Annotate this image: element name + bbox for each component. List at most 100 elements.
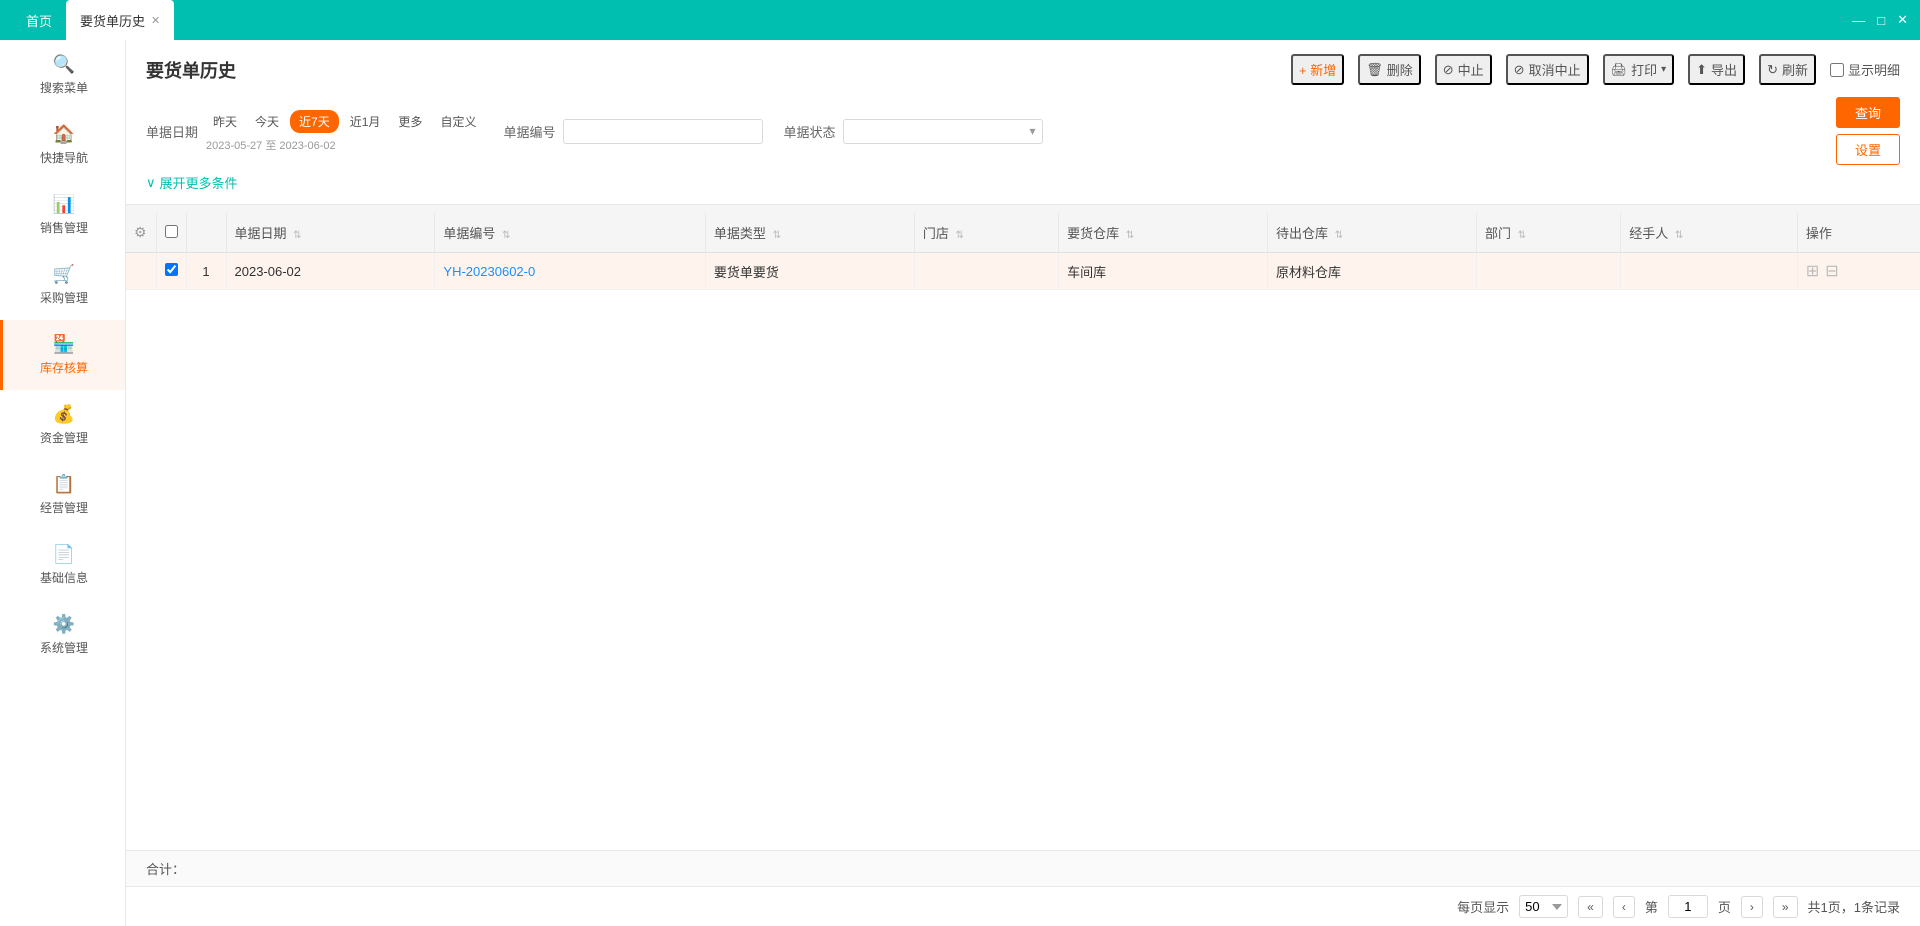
date-btn-more[interactable]: 更多 [391,110,429,133]
select-all-checkbox[interactable] [165,225,178,238]
col-doc-no-sort-icon[interactable]: ⇅ [502,230,510,241]
date-btn-yesterday[interactable]: 昨天 [206,110,244,133]
row-1-delete-icon[interactable]: ⊟ [1825,261,1838,281]
display-detail-label: 显示明细 [1848,60,1900,79]
filter-settings-button[interactable]: 设置 [1836,134,1900,165]
date-btn-7days[interactable]: 近7天 [290,110,339,133]
window-maximize-btn[interactable]: □ [1877,13,1885,28]
page-header: 要货单历史 + 新增 🗑 删除 ⊘ 中止 ⊘ 取消中止 [126,40,1920,205]
sidebar-item-sales[interactable]: 📊 销售管理 [0,180,125,250]
date-filter-label: 单据日期 [146,122,198,141]
current-page-prefix: 第 [1645,897,1658,916]
col-department-sort-icon[interactable]: ⇅ [1518,230,1526,241]
sidebar-item-base-info[interactable]: 📄 基础信息 [0,530,125,600]
doc-number-filter-group: 单据编号 [503,119,763,144]
sidebar-item-operations-label: 经营管理 [40,499,88,516]
finance-icon: 💰 [53,404,75,425]
display-detail-input[interactable] [1830,63,1844,77]
new-button[interactable]: + 新增 [1291,54,1344,85]
window-close-btn[interactable]: ✕ [1897,12,1908,28]
doc-status-select[interactable] [843,119,1043,144]
data-table: ⚙ 单据日期 ⇅ 单据编号 ⇅ [126,213,1920,290]
row-1-edit-icon[interactable]: ⊞ [1806,261,1819,281]
table-container: ⚙ 单据日期 ⇅ 单据编号 ⇅ [126,213,1920,850]
refresh-button[interactable]: ↻ 刷新 [1759,54,1816,85]
sidebar: 🔍 搜索菜单 🏠 快捷导航 📊 销售管理 🛒 采购管理 🏪 库存核算 💰 资金管… [0,40,126,926]
col-req-warehouse-sort-icon[interactable]: ⇅ [1126,230,1134,241]
total-info: 共1页，1条记录 [1808,897,1900,916]
row-1-pending-warehouse: 原材料仓库 [1268,253,1477,290]
filter-row: 单据日期 昨天 今天 近7天 近1月 更多 自定义 2023-05-27 至 2… [146,97,1900,165]
export-button[interactable]: ⬆ 导出 [1688,54,1745,85]
sidebar-item-finance[interactable]: 💰 资金管理 [0,390,125,460]
col-date-sort-icon[interactable]: ⇅ [293,230,301,241]
col-handler-label: 经手人 [1629,226,1668,241]
operations-icon: 📋 [53,474,75,495]
print-button[interactable]: 🖨 打印 ▾ [1603,54,1675,85]
summary-label: 合计： [146,859,185,878]
col-store: 门店 ⇅ [914,213,1058,253]
page-number-input[interactable]: 1 [1668,895,1708,918]
print-label: 打印 [1631,60,1657,79]
doc-number-input[interactable] [563,119,763,144]
table-settings-icon[interactable]: ⚙ [134,224,147,240]
sidebar-item-operations[interactable]: 📋 经营管理 [0,460,125,530]
prev-page-btn[interactable]: ‹ [1613,896,1635,918]
cancel-stop-button[interactable]: ⊘ 取消中止 [1506,54,1589,85]
sidebar-item-system-label: 系统管理 [40,639,88,656]
col-date-label: 单据日期 [235,226,287,241]
doc-number-label: 单据编号 [503,122,555,141]
col-req-warehouse-label: 要货仓库 [1067,226,1119,241]
stop-label: 中止 [1458,60,1484,79]
row-1-date: 2023-06-02 [226,253,435,290]
row-1-doc-no-link[interactable]: YH-20230602-0 [443,264,535,279]
col-doc-type: 单据类型 ⇅ [705,213,914,253]
col-req-warehouse: 要货仓库 ⇅ [1059,213,1268,253]
tab-history[interactable]: 要货单历史 ✕ [66,0,174,40]
query-button[interactable]: 查询 [1836,97,1900,128]
delete-button[interactable]: 🗑 删除 [1358,54,1421,85]
sidebar-item-quick-nav[interactable]: 🏠 快捷导航 [0,110,125,180]
inventory-icon: 🏪 [53,334,75,355]
top-bar: 首页 要货单历史 ✕ — □ ✕ [0,0,1920,40]
sidebar-item-system[interactable]: ⚙️ 系统管理 [0,600,125,670]
col-doc-type-sort-icon[interactable]: ⇅ [773,230,781,241]
window-minimize-btn[interactable]: — [1852,13,1865,28]
col-pending-warehouse-sort-icon[interactable]: ⇅ [1335,230,1343,241]
sidebar-item-sales-label: 销售管理 [40,219,88,236]
page-size-select[interactable]: 10 20 50 100 [1519,895,1568,918]
col-handler-sort-icon[interactable]: ⇅ [1675,230,1683,241]
sidebar-item-purchase[interactable]: 🛒 采购管理 [0,250,125,320]
date-btn-custom[interactable]: 自定义 [433,110,483,133]
sidebar-item-purchase-label: 采购管理 [40,289,88,306]
quick-nav-icon: 🏠 [53,124,75,145]
expand-more-btn[interactable]: ∨ 展开更多条件 [146,165,1900,196]
cancel-stop-label: 取消中止 [1529,60,1581,79]
date-btn-today[interactable]: 今天 [248,110,286,133]
sidebar-item-inventory-label: 库存核算 [40,359,88,376]
col-date: 单据日期 ⇅ [226,213,435,253]
row-1-select-checkbox[interactable] [165,263,178,276]
pagination-bar: 每页显示 10 20 50 100 « ‹ 第 1 页 › » 共1页，1条记录 [126,886,1920,926]
filter-area: 单据日期 昨天 今天 近7天 近1月 更多 自定义 2023-05-27 至 2… [146,97,1900,204]
display-detail-checkbox[interactable]: 显示明细 [1830,60,1900,79]
delete-label: 删除 [1387,60,1413,79]
print-dropdown-icon: ▾ [1661,64,1666,75]
table-row: 1 2023-06-02 YH-20230602-0 要货单要货 车间库 原材料… [126,253,1920,290]
date-btn-1month[interactable]: 近1月 [343,110,388,133]
sidebar-item-search-menu[interactable]: 🔍 搜索菜单 [0,40,125,110]
tab-history-close-icon[interactable]: ✕ [151,14,160,27]
delete-icon: 🗑 [1366,62,1383,78]
last-page-btn[interactable]: » [1773,896,1798,918]
col-num [186,213,226,253]
next-page-btn[interactable]: › [1741,896,1763,918]
first-page-btn[interactable]: « [1578,896,1603,918]
table-body: 1 2023-06-02 YH-20230602-0 要货单要货 车间库 原材料… [126,253,1920,290]
sidebar-item-inventory[interactable]: 🏪 库存核算 [0,320,125,390]
tab-home[interactable]: 首页 [12,0,66,40]
stop-button[interactable]: ⊘ 中止 [1435,54,1492,85]
page-unit: 页 [1718,897,1731,916]
col-doc-type-label: 单据类型 [714,226,766,241]
col-store-sort-icon[interactable]: ⇅ [955,230,963,241]
base-info-icon: 📄 [53,544,75,565]
